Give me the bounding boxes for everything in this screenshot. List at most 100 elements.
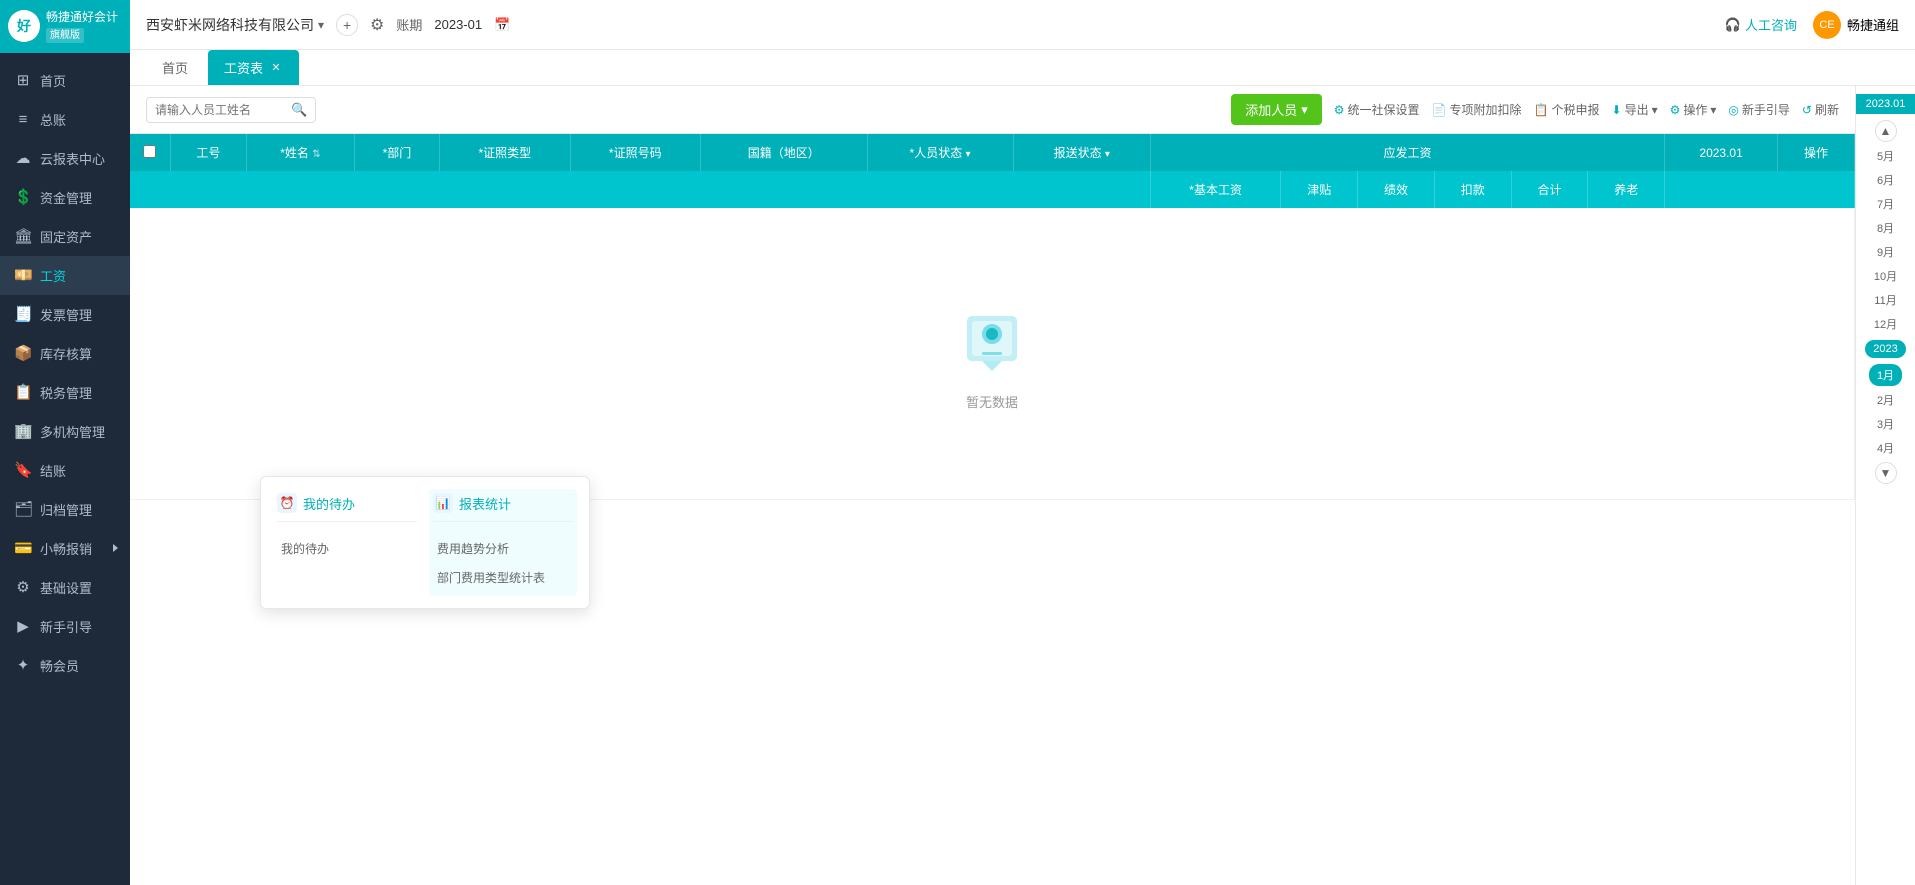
timeline-month-9[interactable]: 9月 (1856, 240, 1915, 264)
sidebar-item-member[interactable]: ✦ 畅会员 (0, 646, 130, 685)
salary-table: 工号 *姓名 ⇅ *部门 *证照类型 (130, 134, 1855, 500)
tab-home-label: 首页 (162, 58, 188, 77)
tab-salary[interactable]: 工资表 ✕ (208, 50, 299, 85)
customer-service-button[interactable]: 🎧 人工咨询 (1725, 15, 1797, 34)
reports-icon: ☁ (14, 149, 32, 167)
social-security-action[interactable]: ⚙ 统一社保设置 (1334, 101, 1420, 118)
add-company-button[interactable]: + (336, 14, 358, 36)
search-input[interactable] (155, 103, 285, 117)
dropdown-item-todo[interactable]: 我的待办 (277, 534, 417, 563)
search-box[interactable]: 🔍 (146, 97, 316, 123)
refresh-icon: ↺ (1802, 103, 1812, 117)
sidebar-item-capital[interactable]: 💲 资金管理 (0, 178, 130, 217)
sidebar-item-reports[interactable]: ☁ 云报表中心 (0, 139, 130, 178)
empty-icon (952, 296, 1032, 376)
sidebar-item-salary[interactable]: 💴 工资 (0, 256, 130, 295)
basic-icon: ⚙ (14, 578, 32, 596)
nationality-header: 国籍（地区） (700, 134, 867, 171)
tab-close-icon[interactable]: ✕ (269, 61, 283, 75)
timeline-month-12[interactable]: 12月 (1856, 312, 1915, 336)
operation-action[interactable]: ⚙ 操作 ▾ (1670, 101, 1717, 118)
dropdown-reports-title: 报表统计 (459, 494, 511, 513)
sidebar-item-assets[interactable]: 🏛 固定资产 (0, 217, 130, 256)
refresh-action[interactable]: ↺ 刷新 (1802, 101, 1839, 118)
timeline-month-5[interactable]: 5月 (1856, 144, 1915, 168)
sidebar-item-label: 新手引导 (40, 617, 92, 636)
timeline-year-2023[interactable]: 2023 (1865, 340, 1905, 358)
tax-report-action[interactable]: 📋 个税申报 (1534, 101, 1600, 118)
timeline-month-10[interactable]: 10月 (1856, 264, 1915, 288)
social-security-label: 统一社保设置 (1348, 101, 1420, 118)
report-filter-icon: ▾ (1105, 149, 1110, 160)
calendar-icon[interactable]: 📅 (494, 17, 510, 33)
refresh-label: 刷新 (1815, 101, 1839, 118)
app-logo: 好 畅捷通好会计 旗舰版 (0, 0, 130, 53)
sidebar-item-home[interactable]: ⊞ 首页 (0, 61, 130, 100)
sidebar-item-multiorg[interactable]: 🏢 多机构管理 (0, 412, 130, 451)
logo-text: 畅捷通好会计 旗舰版 (46, 10, 118, 43)
company-selector[interactable]: 西安虾米网络科技有限公司 ▾ (146, 15, 324, 35)
allowance-sub-header: 津贴 (1281, 171, 1358, 208)
timeline-month-4[interactable]: 4月 (1856, 436, 1915, 460)
toolbar-right: 添加人员 ▾ ⚙ 统一社保设置 📄 专项附加扣除 📋 个税申报 (1231, 94, 1839, 125)
sidebar-item-invoice[interactable]: 🧾 发票管理 (0, 295, 130, 334)
timeline-down-button[interactable]: ▼ (1875, 462, 1897, 484)
company-name: 西安虾米网络科技有限公司 (146, 15, 314, 35)
tax-icon: 📋 (14, 383, 32, 401)
settings-icon[interactable]: ⚙ (370, 15, 384, 35)
timeline-month-11[interactable]: 11月 (1856, 288, 1915, 312)
timeline-month-8[interactable]: 8月 (1856, 216, 1915, 240)
select-all-checkbox[interactable] (143, 145, 156, 158)
company-dropdown-arrow: ▾ (318, 18, 324, 32)
social-security-icon: ⚙ (1334, 103, 1345, 117)
timeline-month-6[interactable]: 6月 (1856, 168, 1915, 192)
dept-header: *部门 (354, 134, 439, 171)
dropdown-item-trend[interactable]: 费用趋势分析 (433, 534, 573, 563)
sidebar-item-label: 多机构管理 (40, 422, 105, 441)
timeline-month-1[interactable]: 1月 (1869, 364, 1902, 386)
job-no-header: 工号 (170, 134, 247, 171)
sidebar-item-label: 结账 (40, 461, 66, 480)
sidebar-item-label: 畅会员 (40, 656, 79, 675)
add-people-button[interactable]: 添加人员 ▾ (1231, 94, 1322, 125)
dropdown-col-reports: 📊 报表统计 费用趋势分析 部门费用类型统计表 (429, 489, 577, 596)
timeline-up-button[interactable]: ▲ (1875, 120, 1897, 142)
name-sort-icon: ⇅ (312, 149, 320, 160)
salary-group-header: 应发工资 (1150, 134, 1664, 171)
guide-action[interactable]: ◎ 新手引导 (1728, 101, 1790, 118)
export-action[interactable]: ⬇ 导出 ▾ (1612, 101, 1658, 118)
tabs-bar: 首页 工资表 ✕ (130, 50, 1915, 86)
reports-menu-icon: 📊 (433, 493, 453, 513)
tab-home[interactable]: 首页 (146, 50, 204, 85)
sidebar-item-tax[interactable]: 📋 税务管理 (0, 373, 130, 412)
user-info[interactable]: CE 畅捷通组 (1813, 11, 1899, 39)
inventory-icon: 📦 (14, 344, 32, 362)
sidebar-item-guide[interactable]: ▶ 新手引导 (0, 607, 130, 646)
sidebar-item-inventory[interactable]: 📦 库存核算 (0, 334, 130, 373)
sidebar-item-xiaochang[interactable]: 💳 小畅报销 (0, 529, 130, 568)
invoice-icon: 🧾 (14, 305, 32, 323)
xiaochang-icon: 💳 (14, 539, 32, 557)
operations-header: 操作 (1778, 134, 1855, 171)
sidebar-item-closing[interactable]: 🔖 结账 (0, 451, 130, 490)
todo-icon: ⏰ (277, 493, 297, 513)
dropdown-reports-header: 📊 报表统计 (433, 493, 573, 522)
add-people-label: 添加人员 (1245, 100, 1297, 119)
sidebar-item-basic[interactable]: ⚙ 基础设置 (0, 568, 130, 607)
sidebar-item-label: 工资 (40, 266, 66, 285)
guide-icon: ▶ (14, 617, 32, 635)
timeline-month-7[interactable]: 7月 (1856, 192, 1915, 216)
special-deduct-action[interactable]: 📄 专项附加扣除 (1432, 101, 1522, 118)
search-icon: 🔍 (291, 102, 307, 118)
timeline-panel: 2023.01 ▲ 5月 6月 7月 8月 9月 10月 11月 12月 202… (1855, 86, 1915, 885)
timeline-month-2[interactable]: 2月 (1856, 388, 1915, 412)
sidebar-item-ledger[interactable]: ≡ 总账 (0, 100, 130, 139)
dropdown-item-dept-stats[interactable]: 部门费用类型统计表 (433, 563, 573, 592)
deductions-sub-header: 扣款 (1434, 171, 1511, 208)
headset-icon: 🎧 (1725, 17, 1741, 33)
sidebar-item-label: 小畅报销 (40, 539, 92, 558)
timeline-month-3[interactable]: 3月 (1856, 412, 1915, 436)
sidebar-item-archive[interactable]: 🗂 归档管理 (0, 490, 130, 529)
sidebar-item-label: 库存核算 (40, 344, 92, 363)
export-dropdown-icon: ▾ (1652, 103, 1658, 117)
